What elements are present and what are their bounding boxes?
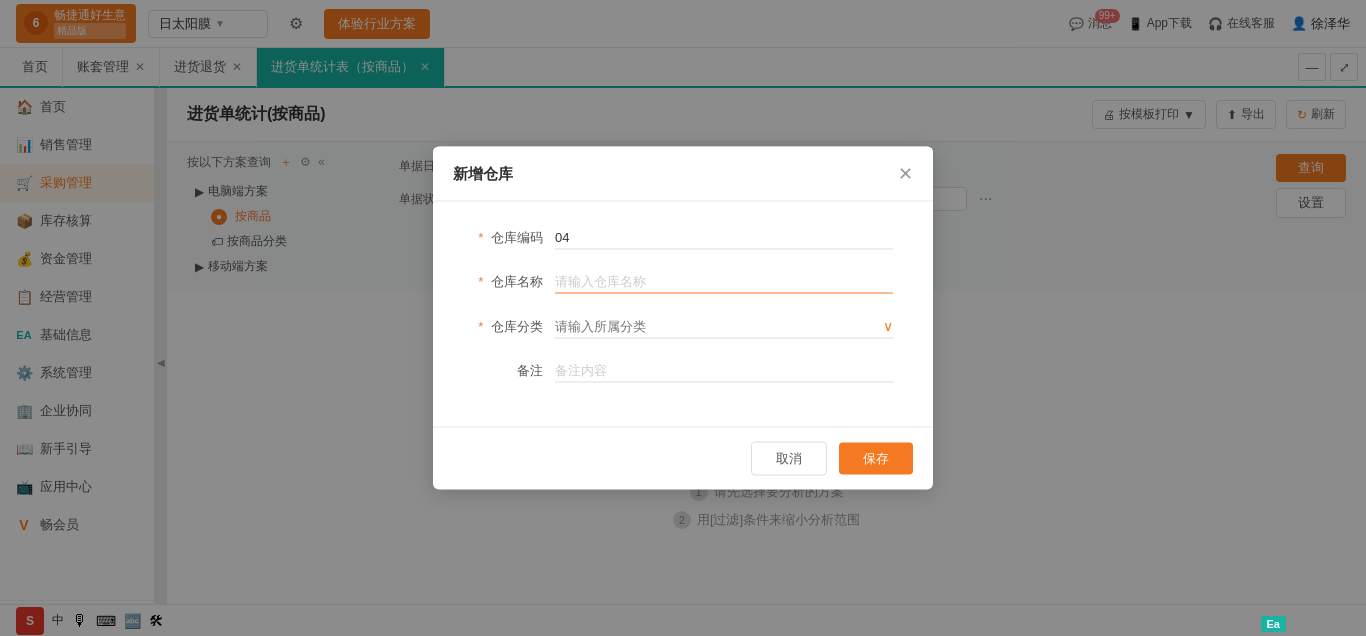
remark-label: 备注: [473, 362, 543, 380]
category-select-wrapper: ∨: [555, 314, 893, 339]
form-row-code: * 仓库编码: [473, 226, 893, 250]
modal-footer: 取消 保存: [433, 427, 933, 490]
modal-close-button[interactable]: ✕: [898, 163, 913, 185]
name-label: * 仓库名称: [473, 273, 543, 291]
save-button[interactable]: 保存: [839, 443, 913, 475]
warehouse-name-input[interactable]: [555, 270, 893, 294]
form-row-remark: 备注: [473, 359, 893, 383]
code-required-marker: *: [478, 230, 483, 245]
modal-title: 新增仓库: [453, 164, 513, 183]
name-required-marker: *: [478, 274, 483, 289]
ea-badge: Ea: [1261, 616, 1286, 632]
modal-header: 新增仓库 ✕: [433, 147, 933, 202]
category-required-marker: *: [478, 318, 483, 333]
category-dropdown-arrow[interactable]: ∨: [883, 318, 893, 334]
form-row-name: * 仓库名称: [473, 270, 893, 294]
form-row-category: * 仓库分类 ∨: [473, 314, 893, 339]
cancel-button[interactable]: 取消: [751, 442, 827, 476]
remark-input[interactable]: [555, 359, 893, 383]
category-select-input[interactable]: [555, 318, 883, 333]
code-label: * 仓库编码: [473, 229, 543, 247]
modal-body: * 仓库编码 * 仓库名称 * 仓库分类 ∨: [433, 202, 933, 427]
add-warehouse-modal: 新增仓库 ✕ * 仓库编码 * 仓库名称 * 仓库分类: [433, 147, 933, 490]
warehouse-code-input[interactable]: [555, 226, 893, 250]
category-label: * 仓库分类: [473, 317, 543, 335]
